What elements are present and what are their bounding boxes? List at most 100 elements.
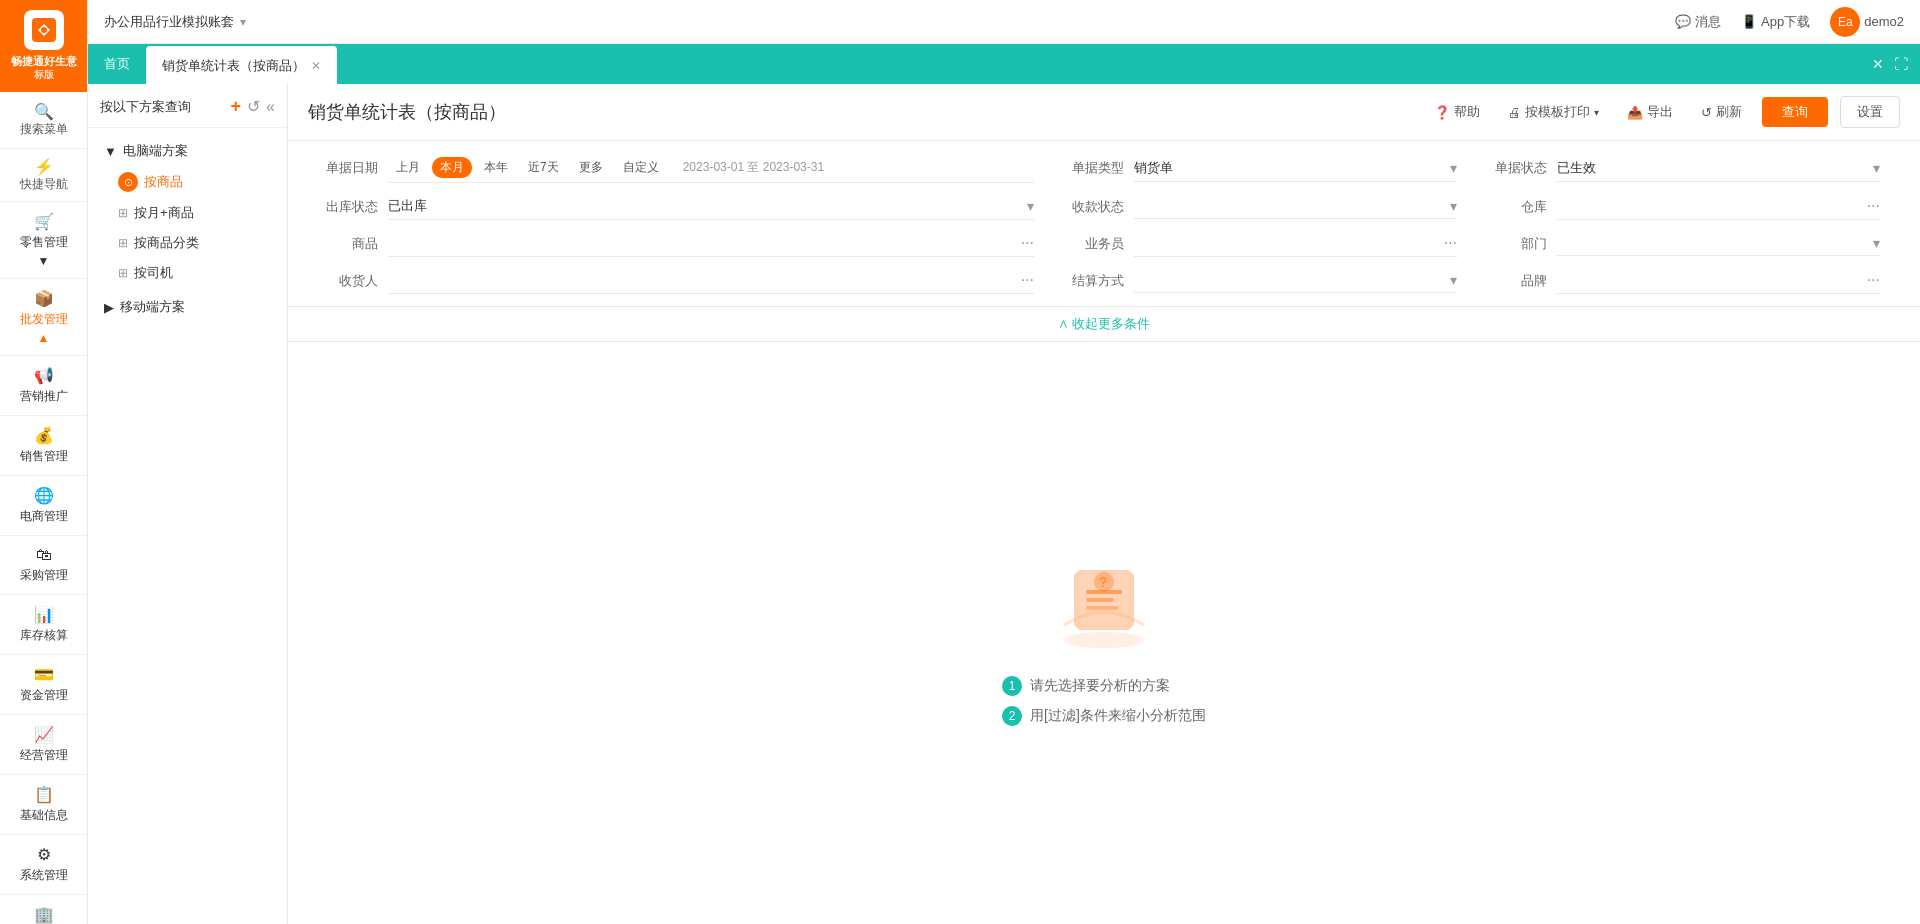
- tab-close-all-icon[interactable]: ✕: [1872, 56, 1884, 72]
- svg-point-2: [1064, 632, 1144, 648]
- export-btn[interactable]: 📤 导出: [1619, 99, 1681, 125]
- sidebar-item-wholesale-label: 批发管理: [20, 311, 68, 328]
- date-tab-current-year[interactable]: 本年: [476, 157, 516, 178]
- message-btn[interactable]: 💬 消息: [1675, 13, 1721, 31]
- doc-status-control: 已生效 ▾: [1557, 155, 1880, 182]
- sidebar-item-retail[interactable]: 🛒 零售管理 ▼: [0, 202, 87, 279]
- app-logo[interactable]: 畅捷通好生意 标版: [0, 0, 87, 92]
- sidebar-item-inventory[interactable]: 📊 库存核算: [0, 595, 87, 655]
- settings-btn[interactable]: 设置: [1840, 96, 1900, 128]
- tab-home[interactable]: 首页: [88, 44, 146, 84]
- sidebar-item-system[interactable]: ⚙ 系统管理: [0, 835, 87, 895]
- user-name: demo2: [1864, 14, 1904, 29]
- tree-item-by-cashier[interactable]: ⊞ 按司机: [118, 258, 287, 288]
- warehouse-dots[interactable]: ···: [1867, 197, 1880, 215]
- tree-mobile-root[interactable]: ▶ 移动端方案: [88, 292, 287, 322]
- refresh-btn[interactable]: ↺ 刷新: [1693, 99, 1750, 125]
- sidebar-item-marketing[interactable]: 📢 营销推广: [0, 356, 87, 416]
- refresh-icon: ↺: [1701, 105, 1712, 120]
- retail-arrow: ▼: [38, 254, 50, 268]
- search-menu-item[interactable]: 🔍 搜索菜单: [0, 92, 87, 149]
- stock-status-value: 已出库: [388, 197, 1027, 215]
- product-dots[interactable]: ···: [1021, 234, 1034, 252]
- payment-method-select[interactable]: ▾: [1134, 272, 1457, 288]
- user-info[interactable]: Ea demo2: [1830, 7, 1904, 37]
- sidebar-item-sales-label: 销售管理: [20, 448, 68, 465]
- topbar-right: 💬 消息 📱 App下载 Ea demo2: [1675, 7, 1904, 37]
- tree-item-by-category[interactable]: ⊞ 按商品分类: [118, 228, 287, 258]
- warehouse-control: ···: [1557, 193, 1880, 220]
- payment-status-chevron-icon: ▾: [1450, 198, 1457, 214]
- industry-chevron-icon: ▾: [240, 15, 246, 29]
- empty-hint-2: 2 用[过滤]条件来缩小分析范围: [1002, 706, 1206, 726]
- payment-status-select[interactable]: ▾: [1134, 198, 1457, 214]
- date-tab-more[interactable]: 更多: [571, 157, 611, 178]
- date-tab-last-month[interactable]: 上月: [388, 157, 428, 178]
- department-chevron-icon: ▾: [1873, 235, 1880, 251]
- sidebar-item-wholesale[interactable]: 📦 批发管理 ▲: [0, 279, 87, 356]
- tree-item-by-month-product[interactable]: ⊞ 按月+商品: [118, 198, 287, 228]
- add-scheme-btn[interactable]: +: [231, 96, 242, 117]
- marketing-icon: 📢: [34, 366, 54, 385]
- stock-status-select[interactable]: 已出库 ▾: [388, 197, 1034, 215]
- tab-fullscreen-icon[interactable]: ⛶: [1894, 56, 1908, 72]
- department-label: 部门: [1477, 235, 1557, 253]
- tree-item-by-category-label: 按商品分类: [134, 234, 199, 252]
- right-content: 销货单统计表（按商品） ❓ 帮助 🖨 按模板打印 ▾ 📤: [288, 84, 1920, 924]
- sidebar-item-basic[interactable]: 📋 基础信息: [0, 775, 87, 835]
- sidebar-item-finance[interactable]: 💳 资金管理: [0, 655, 87, 715]
- basic-icon: 📋: [34, 785, 54, 804]
- sidebar-item-marketing-label: 营销推广: [20, 388, 68, 405]
- brand-dots[interactable]: ···: [1867, 271, 1880, 289]
- date-tab-7days[interactable]: 近7天: [520, 157, 567, 178]
- app-download-btn[interactable]: 📱 App下载: [1741, 13, 1810, 31]
- collapse-bar[interactable]: ∧ 收起更多条件: [288, 307, 1920, 342]
- product-badge: ⊙: [118, 172, 138, 192]
- date-tab-custom[interactable]: 自定义: [615, 157, 667, 178]
- tabbar: 首页 销货单统计表（按商品） ✕ ✕ ⛶: [88, 44, 1920, 84]
- receiver-label: 收货人: [308, 272, 388, 290]
- sidebar-item-enterprise[interactable]: 🏢 企业协同: [0, 895, 87, 924]
- tree-mobile-label: 移动端方案: [120, 298, 185, 316]
- logo-sub: 标版: [34, 68, 54, 82]
- industry-name: 办公用品行业模拟账套: [104, 13, 234, 31]
- salesperson-dots[interactable]: ···: [1444, 234, 1457, 252]
- page-content: 按以下方案查询 + ↺ « ▼ 电脑端方案 ⊙ 按商品 ⊞ 按月+: [88, 84, 1920, 924]
- wholesale-icon: 📦: [34, 289, 54, 308]
- doc-type-control: 销货单 ▾: [1134, 155, 1457, 182]
- refresh-scheme-btn[interactable]: ↺: [247, 97, 260, 116]
- collapse-panel-btn[interactable]: «: [266, 98, 275, 116]
- quick-nav-label: 快捷导航: [20, 177, 68, 191]
- sidebar-item-purchase[interactable]: 🛍 采购管理: [0, 536, 87, 595]
- tree-pc-root[interactable]: ▼ 电脑端方案: [88, 136, 287, 166]
- department-select[interactable]: ▾: [1557, 235, 1880, 251]
- query-btn[interactable]: 查询: [1762, 97, 1828, 127]
- operations-icon: 📈: [34, 725, 54, 744]
- sidebar-item-sales[interactable]: 💰 销售管理: [0, 416, 87, 476]
- tab-close-icon[interactable]: ✕: [311, 59, 321, 73]
- tree-item-by-product[interactable]: ⊙ 按商品: [118, 166, 287, 198]
- doc-type-select[interactable]: 销货单 ▾: [1134, 159, 1457, 177]
- tree-arrow-icon: ▼: [104, 144, 117, 159]
- tab-home-label: 首页: [104, 55, 130, 73]
- sidebar-item-ecommerce[interactable]: 🌐 电商管理: [0, 476, 87, 536]
- export-label: 导出: [1647, 103, 1673, 121]
- help-icon: ❓: [1434, 105, 1450, 120]
- quick-nav-item[interactable]: ⚡ 快捷导航: [0, 149, 87, 202]
- receiver-dots[interactable]: ···: [1021, 271, 1034, 289]
- sidebar-item-operations[interactable]: 📈 经营管理: [0, 715, 87, 775]
- cashier-icon: ⊞: [118, 266, 128, 280]
- doc-status-select[interactable]: 已生效 ▾: [1557, 159, 1880, 177]
- main-area: 办公用品行业模拟账套 ▾ 💬 消息 📱 App下载 Ea demo2 首页: [88, 0, 1920, 924]
- message-icon: 💬: [1675, 14, 1691, 29]
- hint-num-1: 1: [1002, 676, 1022, 696]
- hint-text-1: 请先选择要分析的方案: [1030, 677, 1170, 695]
- svg-rect-6: [1086, 598, 1114, 602]
- sales-icon: 💰: [34, 426, 54, 445]
- tab-sales-stats[interactable]: 销货单统计表（按商品） ✕: [146, 46, 337, 86]
- help-btn[interactable]: ❓ 帮助: [1426, 99, 1488, 125]
- template-print-btn[interactable]: 🖨 按模板打印 ▾: [1500, 99, 1607, 125]
- month-icon: ⊞: [118, 206, 128, 220]
- svg-rect-7: [1086, 606, 1118, 610]
- date-tab-current-month[interactable]: 本月: [432, 157, 472, 178]
